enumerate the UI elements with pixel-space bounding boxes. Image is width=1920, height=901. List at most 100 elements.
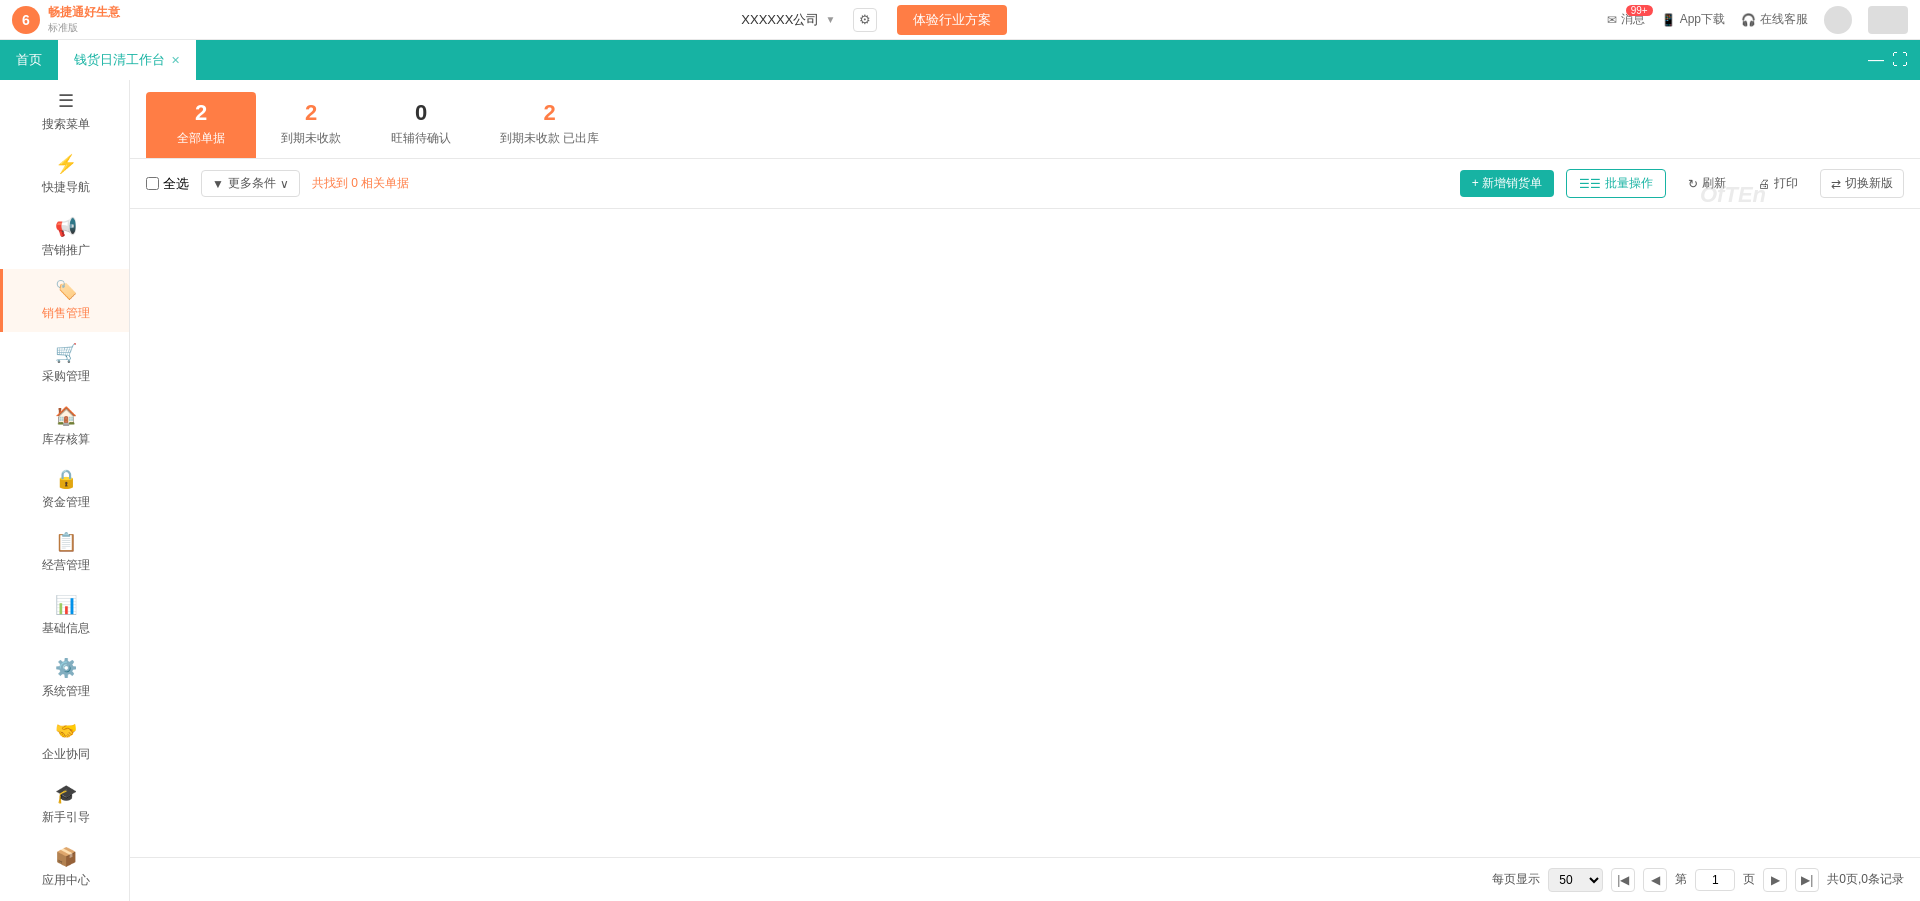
tab-wangwang-count: 0 xyxy=(415,100,427,126)
sidebar-label-marketing: 营销推广 xyxy=(42,242,90,259)
print-button[interactable]: 🖨 打印 xyxy=(1748,170,1808,197)
purchase-icon: 🛒 xyxy=(55,342,77,364)
print-label: 打印 xyxy=(1774,175,1798,192)
basic-info-icon: 📊 xyxy=(55,594,77,616)
company-selector[interactable]: XXXXXX公司 ▼ xyxy=(741,11,835,29)
sidebar-label-sales: 销售管理 xyxy=(42,305,90,322)
prev-page-btn[interactable]: ◀ xyxy=(1643,868,1667,892)
add-sales-order-button[interactable]: + 新增销货单 xyxy=(1460,170,1554,197)
sidebar-label-basic-info: 基础信息 xyxy=(42,620,90,637)
total-count: 共0页,0条记录 xyxy=(1827,871,1904,888)
app-label: App下载 xyxy=(1680,11,1725,28)
tab-wangwang-label: 旺辅待确认 xyxy=(391,130,451,147)
tab-home[interactable]: 首页 xyxy=(0,40,58,80)
batch-operation-button[interactable]: ☰☰ 批量操作 xyxy=(1566,169,1666,198)
message-icon: ✉ xyxy=(1607,13,1617,27)
sidebar-item-system[interactable]: ⚙️ 系统管理 xyxy=(0,647,129,710)
content-area: 2 全部单据 2 到期未收款 0 旺辅待确认 2 到期未收款 已出库 全选 xyxy=(130,80,1920,901)
sidebar-label-enterprise: 企业协同 xyxy=(42,746,90,763)
sidebar-item-purchase[interactable]: 🛒 采购管理 xyxy=(0,332,129,395)
pagination-bar: 每页显示 50 100 200 |◀ ◀ 第 页 ▶ ▶| 共0页,0条记录 xyxy=(130,857,1920,901)
batch-label: 批量操作 xyxy=(1605,175,1653,192)
logo-text: 畅捷通好生意 标准版 xyxy=(48,4,120,35)
inventory-icon: 🏠 xyxy=(55,405,77,427)
found-number: 0 xyxy=(351,176,358,190)
switch-version-button[interactable]: ⇄ 切换新版 xyxy=(1820,169,1904,198)
marketing-icon: 📢 xyxy=(55,216,77,238)
first-page-btn[interactable]: |◀ xyxy=(1611,868,1635,892)
sidebar-item-app-center[interactable]: 📦 应用中心 xyxy=(0,836,129,899)
switch-label: 切换新版 xyxy=(1845,175,1893,192)
refresh-button[interactable]: ↻ 刷新 xyxy=(1678,170,1736,197)
logo-area: 6 畅捷通好生意 标准版 xyxy=(12,4,142,35)
table-area xyxy=(130,209,1920,857)
search-menu-icon: ☰ xyxy=(58,90,74,112)
sidebar-label-guide: 新手引导 xyxy=(42,809,90,826)
service-icon: 🎧 xyxy=(1741,13,1756,27)
message-btn[interactable]: ✉ 消息 99+ xyxy=(1607,11,1645,28)
tab-all-count: 2 xyxy=(195,100,207,126)
checkbox-all-input[interactable] xyxy=(146,177,159,190)
sidebar-item-marketing[interactable]: 📢 营销推广 xyxy=(0,206,129,269)
last-page-btn[interactable]: ▶| xyxy=(1795,868,1819,892)
tab-all-label: 全部单据 xyxy=(177,130,225,147)
tab-bar: 首页 钱货日清工作台 ✕ — ⛶ xyxy=(0,40,1920,80)
main-layout: ☰ 搜索菜单 ⚡ 快捷导航 📢 营销推广 🏷️ 销售管理 🛒 采购管理 🏠 库存… xyxy=(0,80,1920,901)
finance-icon: 🔒 xyxy=(55,468,77,490)
app-center-icon: 📦 xyxy=(55,846,77,868)
tab-close-icon[interactable]: ✕ xyxy=(171,54,180,67)
company-dropdown-arrow: ▼ xyxy=(825,14,835,25)
page-label: 第 xyxy=(1675,871,1687,888)
tab-expand-icon[interactable]: ⛶ xyxy=(1892,51,1908,69)
tab-bar-right: — ⛶ xyxy=(1868,40,1920,80)
summary-tabs: 2 全部单据 2 到期未收款 0 旺辅待确认 2 到期未收款 已出库 xyxy=(130,80,1920,159)
tab-overdue-count: 2 xyxy=(305,100,317,126)
summary-tab-all[interactable]: 2 全部单据 xyxy=(146,92,256,158)
tab-workbench-label: 钱货日清工作台 xyxy=(74,51,165,69)
print-icon: 🖨 xyxy=(1758,177,1770,191)
logo-icon: 6 xyxy=(12,6,40,34)
settings-icon[interactable]: ⚙ xyxy=(853,8,877,32)
page-unit: 页 xyxy=(1743,871,1755,888)
per-page-select[interactable]: 50 100 200 xyxy=(1548,868,1603,892)
sidebar-item-enterprise[interactable]: 🤝 企业协同 xyxy=(0,710,129,773)
sidebar-item-finance[interactable]: 🔒 资金管理 xyxy=(0,458,129,521)
sidebar-item-quick-nav[interactable]: ⚡ 快捷导航 xyxy=(0,143,129,206)
app-icon: 📱 xyxy=(1661,13,1676,27)
select-all-checkbox[interactable]: 全选 xyxy=(146,175,189,193)
user-name-area[interactable] xyxy=(1868,6,1908,34)
page-input[interactable] xyxy=(1695,869,1735,891)
filter-button[interactable]: ▼ 更多条件 ∨ xyxy=(201,170,300,197)
sidebar-item-search-menu[interactable]: ☰ 搜索菜单 xyxy=(0,80,129,143)
switch-icon: ⇄ xyxy=(1831,177,1841,191)
quick-nav-icon: ⚡ xyxy=(55,153,77,175)
avatar[interactable] xyxy=(1824,6,1852,34)
tab-shipped-label: 到期未收款 已出库 xyxy=(500,130,599,147)
batch-icon: ☰☰ xyxy=(1579,177,1601,191)
sidebar-label-inventory: 库存核算 xyxy=(42,431,90,448)
service-label: 在线客服 xyxy=(1760,11,1808,28)
select-all-label: 全选 xyxy=(163,175,189,193)
sidebar-item-guide[interactable]: 🎓 新手引导 xyxy=(0,773,129,836)
sidebar-item-sales[interactable]: 🏷️ 销售管理 xyxy=(0,269,129,332)
sidebar-label-finance: 资金管理 xyxy=(42,494,90,511)
sidebar-label-operations: 经营管理 xyxy=(42,557,90,574)
tab-workbench[interactable]: 钱货日清工作台 ✕ xyxy=(58,40,196,80)
summary-tab-wangwang[interactable]: 0 旺辅待确认 xyxy=(366,92,476,158)
summary-tab-shipped[interactable]: 2 到期未收款 已出库 xyxy=(476,92,623,158)
sidebar-item-operations[interactable]: 📋 经营管理 xyxy=(0,521,129,584)
trial-button[interactable]: 体验行业方案 xyxy=(897,5,1007,35)
online-service-btn[interactable]: 🎧 在线客服 xyxy=(1741,11,1808,28)
sidebar-label-app-center: 应用中心 xyxy=(42,872,90,889)
sidebar-label-system: 系统管理 xyxy=(42,683,90,700)
sidebar-item-inventory[interactable]: 🏠 库存核算 xyxy=(0,395,129,458)
summary-tab-overdue[interactable]: 2 到期未收款 xyxy=(256,92,366,158)
tab-minimize-icon[interactable]: — xyxy=(1868,51,1884,69)
company-name: XXXXXX公司 xyxy=(741,11,819,29)
app-download-btn[interactable]: 📱 App下载 xyxy=(1661,11,1725,28)
system-icon: ⚙️ xyxy=(55,657,77,679)
next-page-btn[interactable]: ▶ xyxy=(1763,868,1787,892)
sidebar-label-purchase: 采购管理 xyxy=(42,368,90,385)
sidebar-item-basic-info[interactable]: 📊 基础信息 xyxy=(0,584,129,647)
toolbar: 全选 ▼ 更多条件 ∨ 共找到 0 相关单据 + 新增销货单 ☰☰ 批量操作 xyxy=(130,159,1920,209)
